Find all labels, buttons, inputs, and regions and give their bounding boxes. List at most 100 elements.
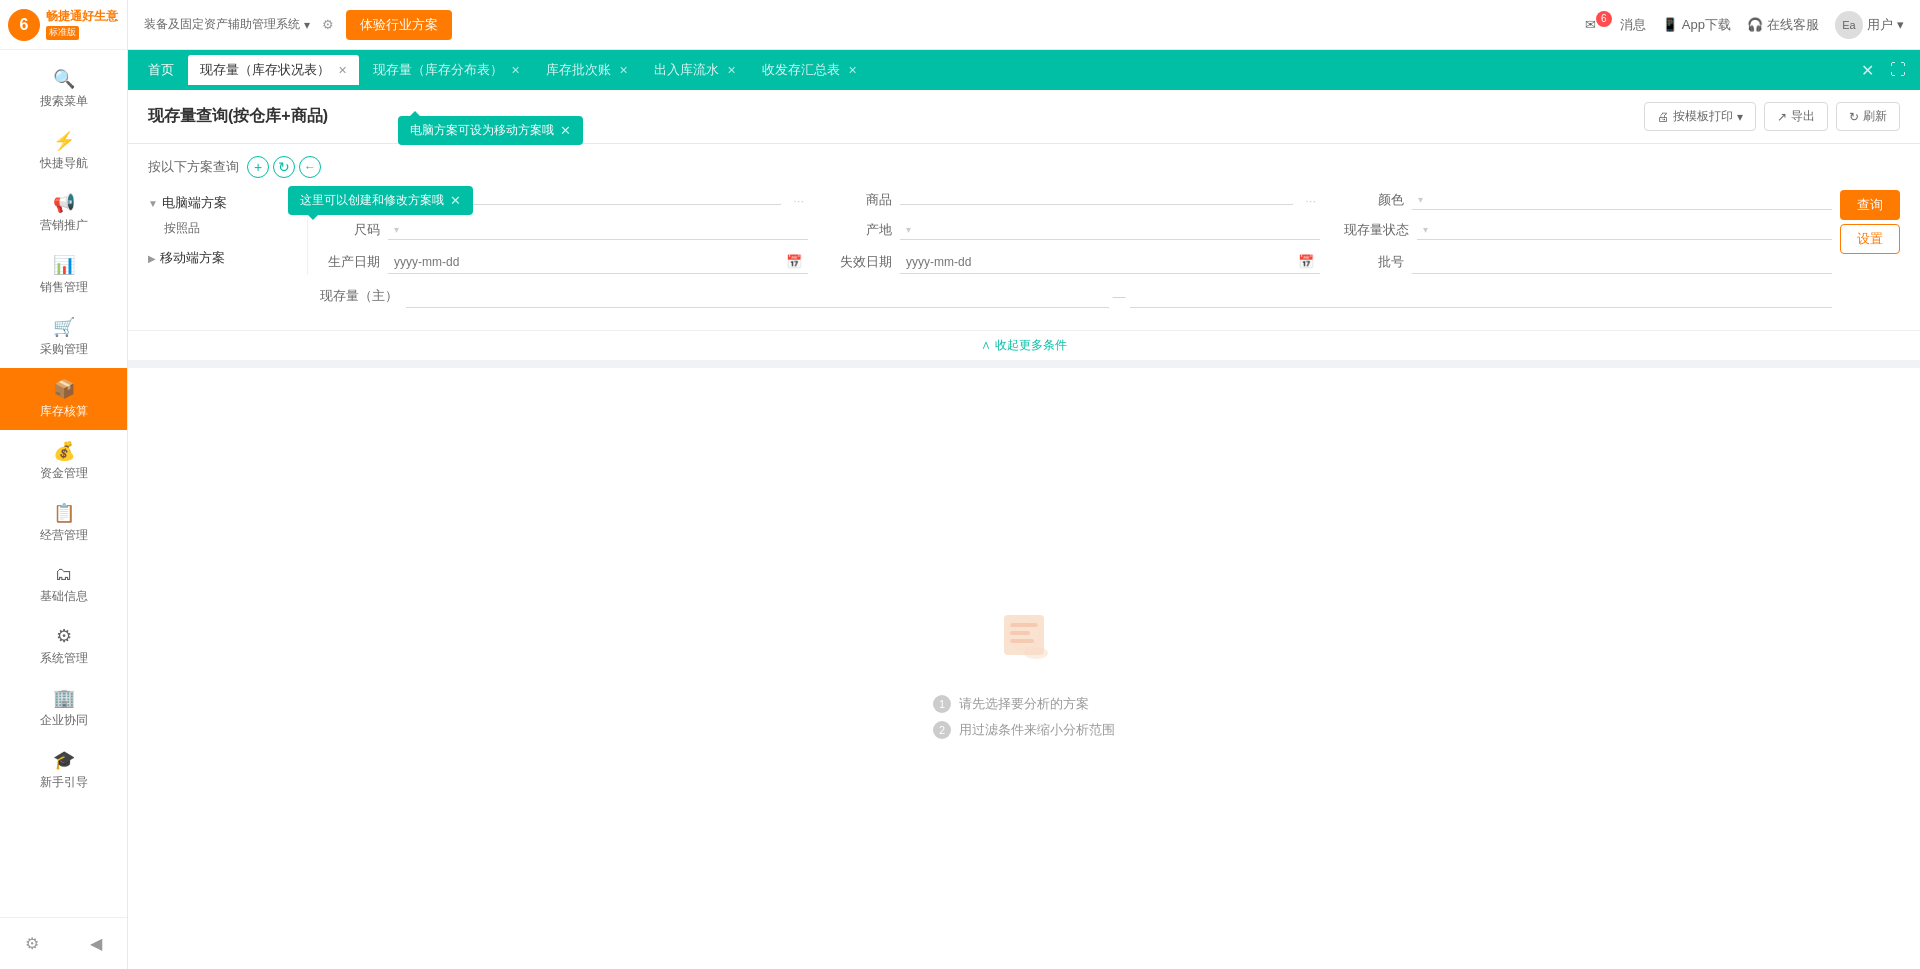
reset-button[interactable]: 设置: [1840, 224, 1900, 254]
messages-button[interactable]: ✉ 6 消息: [1585, 16, 1646, 34]
sidebar-item-enterprise[interactable]: 🏢 企业协同: [0, 677, 127, 739]
scheme-group-mobile: ▶ 移动端方案: [148, 245, 295, 271]
scheme-group-desktop-header[interactable]: ▼ 电脑端方案: [148, 190, 295, 216]
sidebar-item-label-basic: 基础信息: [40, 588, 88, 605]
print-dropdown-icon: ▾: [1737, 110, 1743, 124]
tab-in-out[interactable]: 出入库流水 ✕: [642, 55, 748, 85]
batch-input[interactable]: [1412, 250, 1832, 274]
produce-date-label: 生产日期: [320, 253, 380, 271]
tab-in-out-close[interactable]: ✕: [727, 64, 736, 77]
sidebar-item-operations[interactable]: 📋 经营管理: [0, 492, 127, 554]
tab-batch-account[interactable]: 库存批次账 ✕: [534, 55, 640, 85]
expire-date-calendar-icon[interactable]: 📅: [1298, 254, 1314, 269]
filter-row-1: 仓库 ··· 商品 ··· 颜色 ▾: [320, 190, 1832, 210]
collapse-sidebar-button[interactable]: ◀: [86, 930, 106, 957]
guide-icon: 🎓: [53, 749, 75, 771]
app-download-button[interactable]: 📱 App下载: [1662, 16, 1731, 34]
filter-size: 尺码 ▾: [320, 220, 808, 240]
scheme-group-mobile-header[interactable]: ▶ 移动端方案: [148, 245, 295, 271]
add-scheme-button[interactable]: +: [247, 156, 269, 178]
svg-rect-2: [1010, 631, 1030, 635]
filter-label: 按以下方案查询: [148, 158, 239, 176]
svg-rect-3: [1010, 639, 1034, 643]
tab-in-out-label: 出入库流水: [654, 61, 719, 79]
sidebar-item-search[interactable]: 🔍 搜索菜单: [0, 58, 127, 120]
goods-select[interactable]: [900, 196, 1293, 205]
warehouse-dots[interactable]: ···: [789, 193, 808, 208]
tab-close-all-icon[interactable]: ✕: [1855, 59, 1880, 82]
range-separator: —: [1113, 289, 1126, 304]
user-menu[interactable]: Ea 用户 ▾: [1835, 11, 1904, 39]
message-icon: ✉: [1585, 17, 1596, 32]
color-select[interactable]: ▾: [1412, 190, 1832, 210]
sidebar-item-finance[interactable]: 💰 资金管理: [0, 430, 127, 492]
refresh-label: 刷新: [1863, 108, 1887, 125]
tab-receive-summary-close[interactable]: ✕: [848, 64, 857, 77]
stock-qty-from[interactable]: [406, 284, 1109, 308]
produce-date-input[interactable]: 📅: [388, 250, 808, 274]
tab-receive-summary-label: 收发存汇总表: [762, 61, 840, 79]
sidebar-item-basic[interactable]: 🗂 基础信息: [0, 554, 127, 615]
back-button[interactable]: ←: [299, 156, 321, 178]
expire-date-field[interactable]: [906, 255, 1294, 269]
sidebar-item-label-enterprise: 企业协同: [40, 712, 88, 729]
stock-status-label: 现存量状态: [1344, 221, 1409, 239]
tooltip1-close[interactable]: ✕: [560, 123, 571, 138]
print-icon: 🖨: [1657, 110, 1669, 124]
origin-label: 产地: [832, 221, 892, 239]
export-label: 导出: [1791, 108, 1815, 125]
tab-home-label: 首页: [148, 61, 174, 79]
filter-color: 颜色 ▾: [1344, 190, 1832, 210]
tooltip2-close[interactable]: ✕: [450, 193, 461, 208]
support-button[interactable]: 🎧 在线客服: [1747, 16, 1819, 34]
tooltip1-text: 电脑方案可设为移动方案哦: [410, 122, 554, 139]
settings-icon[interactable]: ⚙: [21, 930, 43, 957]
sidebar-item-purchase[interactable]: 🛒 采购管理: [0, 306, 127, 368]
refresh-button[interactable]: ↻ 刷新: [1836, 102, 1900, 131]
empty-state: 1 请先选择要分析的方案 2 用过滤条件来缩小分析范围: [933, 595, 1115, 743]
sidebar-item-quicknav[interactable]: ⚡ 快捷导航: [0, 120, 127, 182]
size-select[interactable]: ▾: [388, 220, 808, 240]
system-name-dropdown[interactable]: 装备及固定资产辅助管理系统 ▾: [144, 16, 310, 33]
tooltip-create-scheme: 这里可以创建和修改方案哦 ✕: [288, 186, 473, 215]
scheme-item-by-product[interactable]: 按照品: [148, 216, 295, 241]
sidebar-item-sales[interactable]: 📊 销售管理: [0, 244, 127, 306]
sidebar-item-guide[interactable]: 🎓 新手引导: [0, 739, 127, 801]
goods-dots[interactable]: ···: [1301, 193, 1320, 208]
settings-gear-icon[interactable]: ⚙: [322, 17, 334, 32]
tab-receive-summary[interactable]: 收发存汇总表 ✕: [750, 55, 869, 85]
stock-status-select[interactable]: ▾: [1417, 220, 1832, 240]
tab-inventory-status[interactable]: 现存量（库存状况表） ✕: [188, 55, 359, 85]
produce-date-field[interactable]: [394, 255, 782, 269]
stock-qty-to[interactable]: [1130, 284, 1833, 308]
tab-inventory-dist-label: 现存量（库存分布表）: [373, 61, 503, 79]
origin-select[interactable]: ▾: [900, 220, 1320, 240]
collapse-filter-button[interactable]: ∧ 收起更多条件: [128, 330, 1920, 360]
page-actions: 🖨 按模板打印 ▾ ↗ 导出 ↻ 刷新: [1644, 102, 1900, 131]
tab-batch-account-close[interactable]: ✕: [619, 64, 628, 77]
filter-produce-date: 生产日期 📅: [320, 250, 808, 274]
tab-fullscreen-icon[interactable]: ⛶: [1884, 59, 1912, 82]
sidebar-item-marketing[interactable]: 📢 营销推广: [0, 182, 127, 244]
sidebar-item-label-finance: 资金管理: [40, 465, 88, 482]
goods-label: 商品: [832, 191, 892, 209]
tab-inventory-status-close[interactable]: ✕: [338, 64, 347, 77]
query-button[interactable]: 查询: [1840, 190, 1900, 220]
tab-home[interactable]: 首页: [136, 55, 186, 85]
refresh-scheme-button[interactable]: ↻: [273, 156, 295, 178]
sidebar-item-system[interactable]: ⚙ 系统管理: [0, 615, 127, 677]
filter-goods: 商品 ···: [832, 191, 1320, 209]
tab-inventory-dist[interactable]: 现存量（库存分布表） ✕: [361, 55, 532, 85]
print-template-button[interactable]: 🖨 按模板打印 ▾: [1644, 102, 1756, 131]
app-label: App下载: [1682, 16, 1731, 34]
stock-qty-label: 现存量（主）: [320, 287, 398, 305]
filter-row-3: 生产日期 📅 失效日期 📅: [320, 250, 1832, 274]
sidebar-item-inventory[interactable]: 📦 库存核算: [0, 368, 127, 430]
export-button[interactable]: ↗ 导出: [1764, 102, 1828, 131]
produce-date-calendar-icon[interactable]: 📅: [786, 254, 802, 269]
finance-icon: 💰: [53, 440, 75, 462]
tab-inventory-dist-close[interactable]: ✕: [511, 64, 520, 77]
sidebar: 6 畅捷通好生意 标准版 🔍 搜索菜单 ⚡ 快捷导航 📢 营销推广 📊 销售管理…: [0, 0, 128, 969]
trial-button[interactable]: 体验行业方案: [346, 10, 452, 40]
expire-date-input[interactable]: 📅: [900, 250, 1320, 274]
